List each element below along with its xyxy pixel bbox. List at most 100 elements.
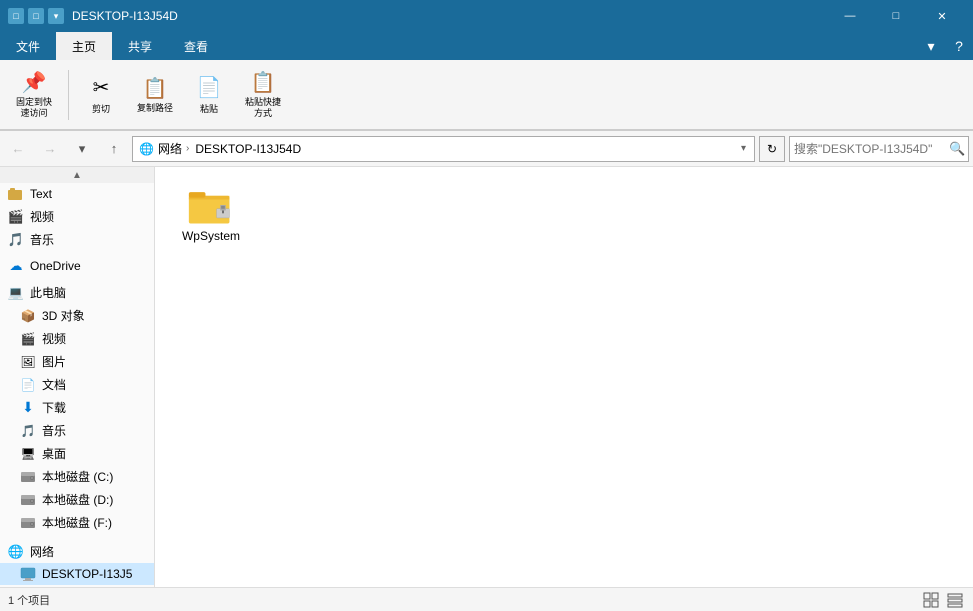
video-icon-1: 🎬 <box>8 209 24 225</box>
address-dropdown-arrow[interactable]: ▾ <box>741 143 746 154</box>
sidebar-item-3d[interactable]: 📦 3D 对象 <box>0 304 154 327</box>
sidebar: ▲ Text 🎬 视频 🎵 音乐 ☁ OneDrive 💻 <box>0 167 155 587</box>
breadcrumb-desktop[interactable]: DESKTOP-I13J54D <box>195 142 301 156</box>
search-icon[interactable]: 🔍 <box>949 141 965 157</box>
sidebar-item-downloads[interactable]: ⬇ 下载 <box>0 396 154 419</box>
network-icon: 🌐 <box>8 544 24 560</box>
sidebar-item-disk-c[interactable]: 本地磁盘 (C:) <box>0 465 154 488</box>
sidebar-label-documents: 文档 <box>42 376 66 393</box>
view-grid-button[interactable] <box>921 590 941 610</box>
copy-path-icon: 📋 <box>143 76 168 101</box>
sidebar-item-thispc[interactable]: 💻 此电脑 <box>0 281 154 304</box>
sidebar-item-onedrive[interactable]: ☁ OneDrive <box>0 255 154 277</box>
ribbon-collapse-button[interactable]: ▾ <box>917 32 945 60</box>
sidebar-label-thispc: 此电脑 <box>30 284 66 301</box>
title-icon-2: □ <box>28 8 44 24</box>
sidebar-label-3d: 3D 对象 <box>42 307 85 324</box>
disk-c-icon <box>20 469 36 485</box>
view-list-button[interactable] <box>945 590 965 610</box>
paste-button[interactable]: 📄 粘贴 <box>185 67 233 123</box>
tab-share[interactable]: 共享 <box>112 32 168 60</box>
thispc-icon: 💻 <box>8 285 24 301</box>
ribbon-sep-1 <box>68 70 69 120</box>
sidebar-item-video2[interactable]: 🎬 视频 <box>0 327 154 350</box>
sidebar-item-network[interactable]: 🌐 网络 <box>0 540 154 563</box>
copy-path-button[interactable]: 📋 复制路径 <box>129 67 181 123</box>
status-view-controls <box>921 590 965 610</box>
refresh-icon: ↻ <box>767 142 777 156</box>
minimize-button[interactable]: — <box>827 0 873 32</box>
search-input[interactable] <box>794 142 949 156</box>
folder-item-wpsystem[interactable]: WpSystem <box>171 183 251 247</box>
disk-f-icon <box>20 515 36 531</box>
sidebar-label-pictures: 图片 <box>42 353 66 370</box>
sidebar-label-disk-d: 本地磁盘 (D:) <box>42 491 113 508</box>
sidebar-item-disk-d[interactable]: 本地磁盘 (D:) <box>0 488 154 511</box>
maximize-button[interactable]: □ <box>873 0 919 32</box>
title-icon-dropdown[interactable]: ▾ <box>48 8 64 24</box>
close-button[interactable]: ✕ <box>919 0 965 32</box>
sidebar-item-music2[interactable]: 🎵 音乐 <box>0 419 154 442</box>
tab-view[interactable]: 查看 <box>168 32 224 60</box>
documents-icon: 📄 <box>20 377 36 393</box>
onedrive-icon: ☁ <box>8 258 24 274</box>
paste-icon: 📄 <box>197 75 222 100</box>
window-title: DESKTOP-I13J54D <box>72 9 827 23</box>
sidebar-label-music2: 音乐 <box>42 422 66 439</box>
cut-button[interactable]: ✂ 剪切 <box>77 67 125 123</box>
content-area: WpSystem <box>155 167 973 587</box>
disk-d-icon <box>20 492 36 508</box>
music-icon-2: 🎵 <box>20 423 36 439</box>
tab-file[interactable]: 文件 <box>0 32 56 60</box>
sidebar-item-hansw[interactable]: HANSW-PC <box>0 585 154 587</box>
forward-button[interactable]: → <box>36 135 64 163</box>
title-bar: □ □ ▾ DESKTOP-I13J54D — □ ✕ <box>0 0 973 32</box>
ribbon-tabs: 文件 主页 共享 查看 ▾ ? <box>0 32 973 60</box>
back-button[interactable]: ← <box>4 135 32 163</box>
window-controls: — □ ✕ <box>827 0 965 32</box>
wpsystem-label: WpSystem <box>182 229 240 243</box>
main-area: ▲ Text 🎬 视频 🎵 音乐 ☁ OneDrive 💻 <box>0 167 973 587</box>
address-bar[interactable]: 🌐 网络 › DESKTOP-I13J54D ▾ <box>132 136 755 162</box>
title-icon-1: □ <box>8 8 24 24</box>
3d-icon: 📦 <box>20 308 36 324</box>
sidebar-item-music1[interactable]: 🎵 音乐 <box>0 228 154 251</box>
sidebar-item-text[interactable]: Text <box>0 183 154 205</box>
sidebar-label-desktop: 桌面 <box>42 445 66 462</box>
sidebar-label-downloads: 下载 <box>42 399 66 416</box>
sidebar-scroll-up[interactable]: ▲ <box>0 167 154 183</box>
paste-shortcut-icon: 📋 <box>251 70 276 95</box>
video-icon-2: 🎬 <box>20 331 36 347</box>
status-bar: 1 个项目 <box>0 587 973 611</box>
folder-text-icon <box>8 186 24 202</box>
downloads-icon: ⬇ <box>20 400 36 416</box>
sidebar-item-disk-f[interactable]: 本地磁盘 (F:) <box>0 511 154 534</box>
sidebar-label-network: 网络 <box>30 543 54 560</box>
sidebar-label-desktop-computer: DESKTOP-I13J5 <box>42 567 132 581</box>
pin-icon: 📌 <box>22 70 47 95</box>
refresh-button[interactable]: ↻ <box>759 136 785 162</box>
sidebar-item-desktop-computer[interactable]: DESKTOP-I13J5 <box>0 563 154 585</box>
pictures-icon: 🖼 <box>20 354 36 370</box>
music-icon-1: 🎵 <box>8 232 24 248</box>
sidebar-item-pictures[interactable]: 🖼 图片 <box>0 350 154 373</box>
up-button[interactable]: ↑ <box>100 135 128 163</box>
ribbon: 文件 主页 共享 查看 ▾ ? 📌 固定到快速访问 ✂ 剪切 📋 复制路径 📄 <box>0 32 973 131</box>
recent-locations-button[interactable]: ▾ <box>68 135 96 163</box>
tab-home[interactable]: 主页 <box>56 32 112 60</box>
breadcrumb-network[interactable]: 网络 › <box>158 140 191 157</box>
paste-shortcut-button[interactable]: 📋 粘贴快捷方式 <box>237 67 289 123</box>
sidebar-item-documents[interactable]: 📄 文档 <box>0 373 154 396</box>
sidebar-label-disk-f: 本地磁盘 (F:) <box>42 514 112 531</box>
search-box[interactable]: 🔍 <box>789 136 969 162</box>
sidebar-label-onedrive: OneDrive <box>30 259 81 273</box>
help-button[interactable]: ? <box>945 32 973 60</box>
sidebar-label-video2: 视频 <box>42 330 66 347</box>
address-icon: 🌐 <box>139 142 154 156</box>
navigation-bar: ← → ▾ ↑ 🌐 网络 › DESKTOP-I13J54D ▾ ↻ 🔍 <box>0 131 973 167</box>
cut-icon: ✂ <box>93 75 110 100</box>
pin-button[interactable]: 📌 固定到快速访问 <box>8 67 60 123</box>
sidebar-item-video1[interactable]: 🎬 视频 <box>0 205 154 228</box>
sidebar-label-video1: 视频 <box>30 208 54 225</box>
sidebar-item-desktop[interactable]: 🖥 桌面 <box>0 442 154 465</box>
